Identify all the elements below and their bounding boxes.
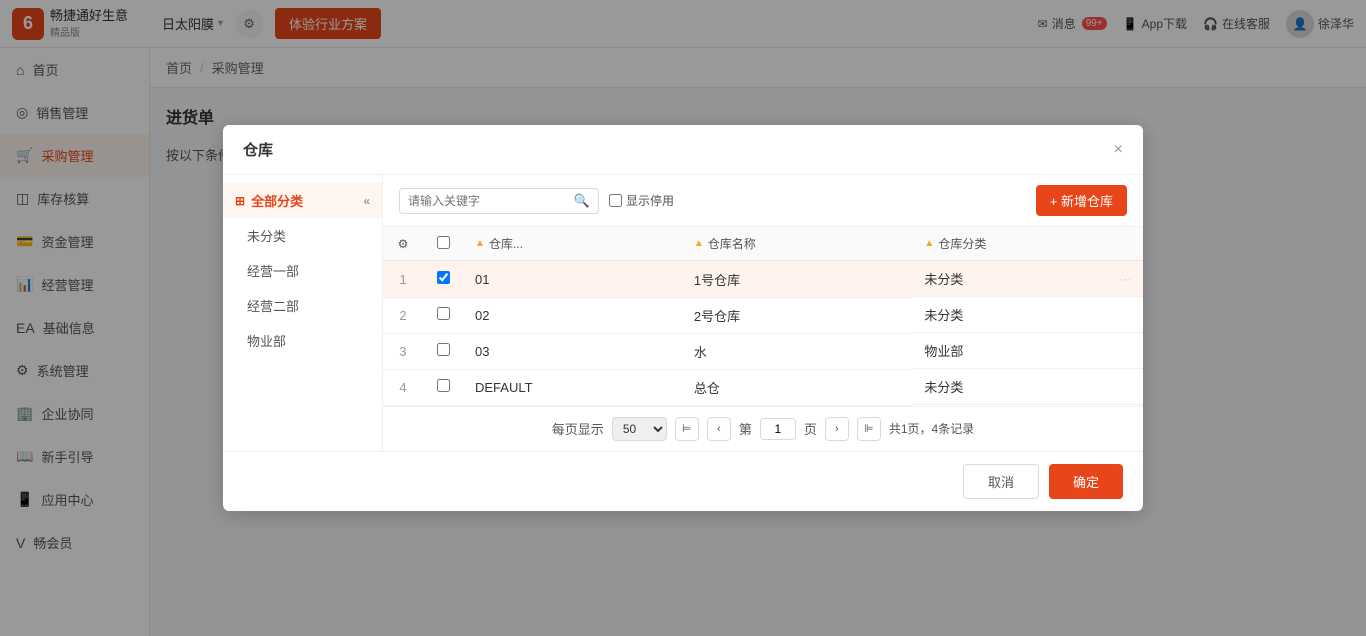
sort-icon-category: ▲ (924, 238, 934, 249)
row-checkbox-cell[interactable] (423, 261, 463, 298)
cat-item-unclassified[interactable]: 未分类 (223, 218, 382, 253)
dialog-close-button[interactable]: × (1114, 141, 1123, 159)
table-row[interactable]: 4 DEFAULT 总仓 未分类 (383, 369, 1143, 405)
warehouse-table: ⚙ ▲ 仓库... (383, 227, 1143, 406)
row-code-cell: 02 (463, 297, 682, 333)
sort-icon-code: ▲ (475, 238, 485, 249)
dialog-body: ⊞ 全部分类 « 未分类 经营一部 经营二部 物业部 🔍 (223, 175, 1143, 451)
cancel-button[interactable]: 取消 (963, 464, 1039, 499)
dialog-actions: 取消 确定 (223, 451, 1143, 511)
first-page-btn[interactable]: ⊨ (675, 417, 699, 441)
row-num-value: 4 (399, 380, 406, 395)
row-checkbox[interactable] (437, 379, 450, 392)
pagination-row: 每页显示 50 10 20 100 ⊨ ‹ 第 页 › ⊫ (399, 417, 1127, 441)
row-name-cell: 总仓 (682, 369, 913, 405)
th-name: ▲ 仓库名称 (682, 227, 913, 261)
row-settings-cell: 3 (383, 333, 423, 369)
row-checkbox[interactable] (437, 271, 450, 284)
prev-page-btn[interactable]: ‹ (707, 417, 731, 441)
table-row[interactable]: 1 01 1号仓库 未分类 ··· (383, 261, 1143, 298)
row-checkbox-cell[interactable] (423, 297, 463, 333)
row-settings-cell: 1 (383, 261, 423, 298)
dialog-toolbar: 🔍 显示停用 + 新增仓库 (383, 175, 1143, 227)
table-header-row: ⚙ ▲ 仓库... (383, 227, 1143, 261)
row-category-cell: 未分类 (912, 369, 1143, 405)
row-checkbox[interactable] (437, 343, 450, 356)
dialog-header: 仓库 × (223, 125, 1143, 175)
sort-icon-name: ▲ (694, 238, 704, 249)
row-settings-cell: 4 (383, 369, 423, 405)
row-num-value: 3 (399, 344, 406, 359)
row-num-value: 1 (399, 272, 406, 287)
dialog-title: 仓库 (243, 139, 273, 160)
add-warehouse-button[interactable]: + 新增仓库 (1036, 185, 1127, 216)
search-input-wrap[interactable]: 🔍 (399, 188, 599, 214)
page-total: 共1页，4条记录 (889, 420, 974, 437)
row-code-cell: 03 (463, 333, 682, 369)
row-checkbox-cell[interactable] (423, 333, 463, 369)
page-suffix: 页 (804, 419, 817, 438)
cat-item-dept2[interactable]: 经营二部 (223, 288, 382, 323)
page-number-input[interactable] (760, 418, 796, 440)
th-settings: ⚙ (383, 227, 423, 261)
per-page-select[interactable]: 50 10 20 100 (612, 417, 667, 441)
row-code-cell: 01 (463, 261, 682, 298)
confirm-button[interactable]: 确定 (1049, 464, 1123, 499)
row-checkbox-cell[interactable] (423, 369, 463, 405)
show-disabled-checkbox[interactable] (609, 194, 622, 207)
row-num-value: 2 (399, 308, 406, 323)
warehouse-dialog: 仓库 × ⊞ 全部分类 « 未分类 经营一部 经营二部 物业部 (223, 125, 1143, 511)
next-page-btn[interactable]: › (825, 417, 849, 441)
modal-overlay: 仓库 × ⊞ 全部分类 « 未分类 经营一部 经营二部 物业部 (0, 0, 1366, 636)
row-category-cell: 未分类 (912, 297, 1143, 333)
row-actions[interactable]: ··· (1119, 272, 1131, 286)
cat-item-dept1[interactable]: 经营一部 (223, 253, 382, 288)
cat-item-property[interactable]: 物业部 (223, 323, 382, 358)
all-categories-label: 全部分类 (251, 191, 303, 210)
last-page-btn[interactable]: ⊫ (857, 417, 881, 441)
table-row[interactable]: 3 03 水 物业部 (383, 333, 1143, 369)
column-settings-icon[interactable]: ⚙ (398, 237, 409, 251)
dialog-main: 🔍 显示停用 + 新增仓库 ⚙ (383, 175, 1143, 451)
row-category-cell: 物业部 (912, 333, 1143, 369)
grid-icon: ⊞ (235, 194, 245, 208)
search-input[interactable] (408, 194, 570, 208)
row-name-cell: 1号仓库 (682, 261, 913, 298)
row-name-cell: 水 (682, 333, 913, 369)
row-name-cell: 2号仓库 (682, 297, 913, 333)
dialog-footer: 每页显示 50 10 20 100 ⊨ ‹ 第 页 › ⊫ (383, 406, 1143, 451)
category-sidebar: ⊞ 全部分类 « 未分类 经营一部 经营二部 物业部 (223, 175, 383, 451)
row-category-cell: 未分类 ··· (912, 261, 1143, 297)
row-checkbox[interactable] (437, 307, 450, 320)
page-label: 第 (739, 419, 752, 438)
all-categories-btn[interactable]: ⊞ 全部分类 « (223, 183, 382, 218)
th-checkbox (423, 227, 463, 261)
row-code-cell: DEFAULT (463, 369, 682, 405)
th-category: ▲ 仓库分类 (912, 227, 1143, 261)
show-disabled-label[interactable]: 显示停用 (609, 192, 674, 209)
select-all-checkbox[interactable] (437, 236, 450, 249)
table-row[interactable]: 2 02 2号仓库 未分类 (383, 297, 1143, 333)
row-settings-cell: 2 (383, 297, 423, 333)
show-disabled-text: 显示停用 (626, 192, 674, 209)
search-icon[interactable]: 🔍 (574, 193, 590, 209)
collapse-icon[interactable]: « (363, 194, 370, 208)
per-page-label: 每页显示 (552, 419, 604, 438)
th-code: ▲ 仓库... (463, 227, 682, 261)
